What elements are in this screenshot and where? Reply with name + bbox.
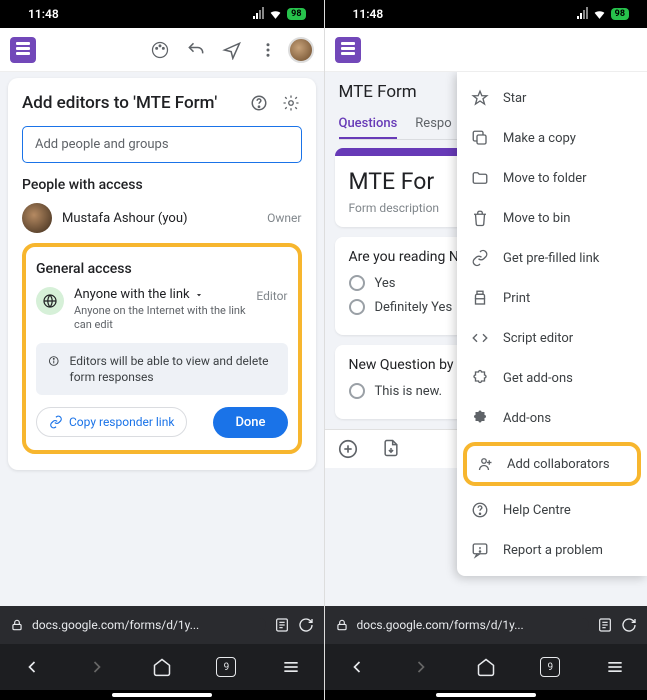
signal-icon — [577, 9, 588, 19]
app-toolbar — [325, 28, 647, 72]
person-avatar — [22, 203, 52, 233]
share-dialog: Add editors to 'MTE Form' Add people and… — [8, 78, 316, 470]
forms-logo-icon — [335, 37, 361, 63]
people-icon — [475, 455, 493, 473]
code-icon — [471, 329, 489, 347]
url-text: docs.google.com/forms/d/1y... — [32, 618, 199, 632]
import-questions-icon[interactable] — [381, 438, 401, 458]
battery-badge: 98 — [611, 8, 629, 20]
overflow-menu: Star Make a copy Move to folder Move to … — [457, 72, 647, 576]
phone-right: 11:48 98 MTE Form Questions Respo MTE Fo… — [324, 0, 647, 700]
menu-help[interactable]: Help Centre — [457, 490, 647, 530]
link-mode-dropdown[interactable]: Anyone with the link — [74, 287, 246, 302]
back-icon[interactable] — [347, 657, 367, 677]
print-icon — [471, 289, 489, 307]
status-time: 11:48 — [353, 7, 384, 21]
done-button[interactable]: Done — [213, 407, 287, 438]
menu-print[interactable]: Print — [457, 278, 647, 318]
globe-icon — [36, 287, 64, 315]
tabs-button[interactable]: 9 — [216, 657, 236, 677]
app-toolbar — [0, 28, 324, 72]
lock-icon — [335, 618, 349, 632]
status-bar: 11:48 98 — [325, 0, 647, 28]
share-title: Add editors to 'MTE Form' — [22, 92, 302, 114]
browser-urlbar[interactable]: docs.google.com/forms/d/1y... — [0, 606, 324, 644]
palette-icon[interactable] — [144, 34, 176, 66]
help-icon[interactable] — [248, 92, 270, 114]
forward-icon[interactable] — [411, 657, 431, 677]
person-row: Mustafa Ashour (you) Owner — [22, 203, 302, 233]
browser-urlbar[interactable]: docs.google.com/forms/d/1y... — [325, 606, 647, 644]
tabs-button[interactable]: 9 — [540, 657, 560, 677]
general-access-highlight: General access Anyone with the link Anyo… — [22, 243, 302, 454]
more-icon[interactable] — [252, 34, 284, 66]
gear-icon[interactable] — [280, 92, 302, 114]
home-icon[interactable] — [476, 657, 496, 677]
general-access-header: General access — [36, 261, 288, 277]
reload-icon[interactable] — [621, 617, 637, 633]
home-indicator — [0, 690, 324, 700]
link-icon — [471, 249, 489, 267]
menu-add-collaborators-highlight[interactable]: Add collaborators — [463, 442, 641, 486]
home-indicator — [325, 690, 647, 700]
reader-icon[interactable] — [274, 617, 290, 633]
browser-navbar: 9 — [0, 644, 324, 690]
status-bar: 11:48 98 — [0, 0, 324, 28]
menu-script-editor[interactable]: Script editor — [457, 318, 647, 358]
link-role[interactable]: Editor — [256, 289, 287, 303]
menu-addons[interactable]: Add-ons — [457, 398, 647, 438]
battery-badge: 98 — [287, 8, 305, 20]
menu-move-bin[interactable]: Move to bin — [457, 198, 647, 238]
reload-icon[interactable] — [298, 617, 314, 633]
tab-questions[interactable]: Questions — [339, 110, 398, 139]
copy-icon — [471, 129, 489, 147]
addon-icon — [471, 409, 489, 427]
browser-navbar: 9 — [325, 644, 647, 690]
link-icon — [49, 415, 63, 429]
tab-responses[interactable]: Respo — [415, 110, 451, 139]
copy-responder-link-button[interactable]: Copy responder link — [36, 407, 187, 437]
url-text: docs.google.com/forms/d/1y... — [357, 618, 524, 632]
undo-icon[interactable] — [180, 34, 212, 66]
folder-icon — [471, 169, 489, 187]
menu-move-folder[interactable]: Move to folder — [457, 158, 647, 198]
avatar[interactable] — [288, 37, 314, 63]
link-mode-desc: Anyone on the Internet with the link can… — [74, 304, 246, 333]
menu-icon[interactable] — [605, 657, 625, 677]
star-icon — [471, 89, 489, 107]
wifi-icon — [593, 8, 606, 21]
menu-prefilled-link[interactable]: Get pre-filled link — [457, 238, 647, 278]
menu-icon[interactable] — [281, 657, 301, 677]
back-icon[interactable] — [22, 657, 42, 677]
add-question-icon[interactable] — [337, 438, 359, 460]
add-people-input[interactable]: Add people and groups — [22, 126, 302, 163]
menu-report-problem[interactable]: Report a problem — [457, 530, 647, 570]
person-role: Owner — [267, 211, 301, 225]
caret-down-icon — [194, 290, 204, 300]
reader-icon[interactable] — [597, 617, 613, 633]
wifi-icon — [269, 8, 282, 21]
status-time: 11:48 — [28, 7, 59, 21]
puzzle-icon — [471, 369, 489, 387]
signal-icon — [253, 9, 264, 19]
radio-icon — [349, 383, 365, 399]
trash-icon — [471, 209, 489, 227]
feedback-icon — [471, 541, 489, 559]
radio-icon — [349, 275, 365, 291]
editor-notice: Editors will be able to view and delete … — [36, 343, 288, 395]
person-name: Mustafa Ashour (you) — [62, 211, 257, 226]
menu-get-addons[interactable]: Get add-ons — [457, 358, 647, 398]
people-access-header: People with access — [22, 177, 302, 193]
home-icon[interactable] — [152, 657, 172, 677]
info-icon — [48, 353, 60, 369]
menu-star[interactable]: Star — [457, 78, 647, 118]
lock-icon — [10, 618, 24, 632]
forms-logo-icon — [10, 37, 36, 63]
help-icon — [471, 501, 489, 519]
forward-icon[interactable] — [87, 657, 107, 677]
phone-left: 11:48 98 Add editors to 'MTE Form' Add p… — [0, 0, 324, 700]
menu-make-copy[interactable]: Make a copy — [457, 118, 647, 158]
send-icon[interactable] — [216, 34, 248, 66]
radio-icon — [349, 299, 365, 315]
